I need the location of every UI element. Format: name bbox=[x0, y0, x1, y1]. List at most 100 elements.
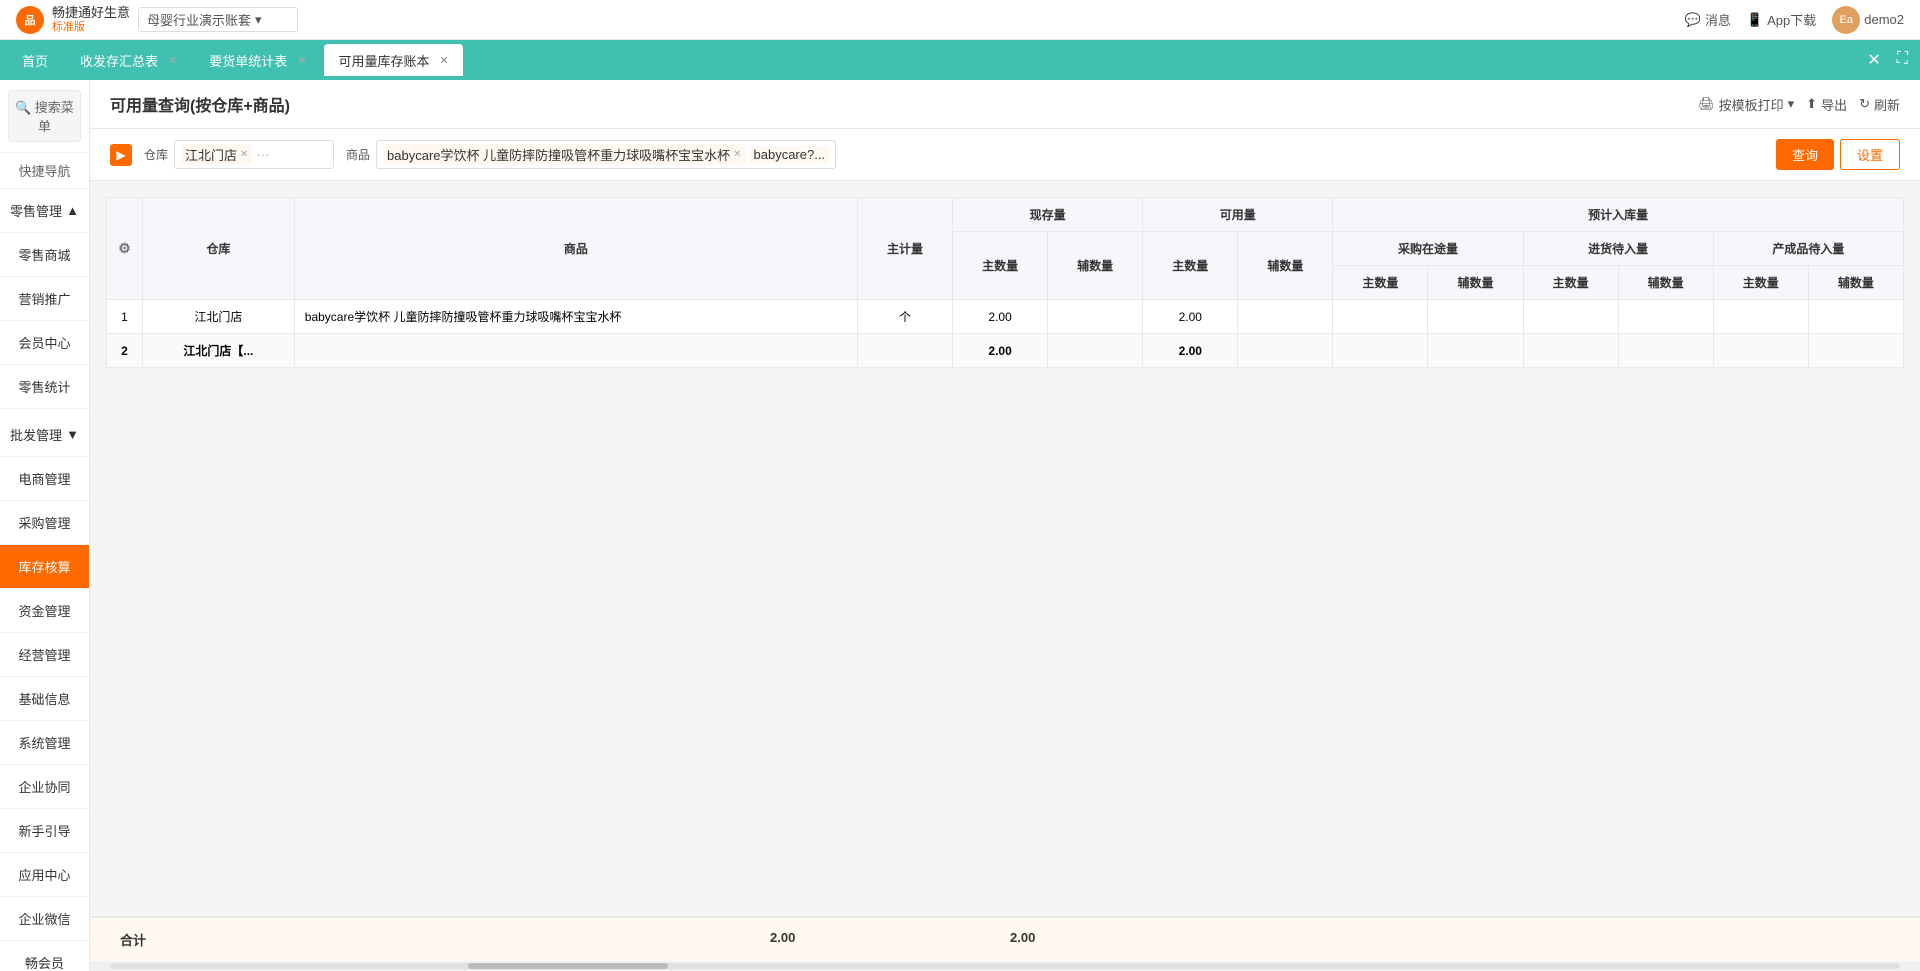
tenant-selector[interactable]: 母婴行业演示账套 ▾ bbox=[138, 7, 298, 32]
avail-main-qty-header: 主数量 bbox=[1143, 232, 1238, 300]
warehouse-tag-text: 江北门店 bbox=[185, 145, 237, 164]
scroll-track bbox=[110, 963, 1900, 969]
row-stock-main-qty: 2.00 bbox=[953, 300, 1048, 334]
sidebar-item-ecommerce-mgmt[interactable]: 电商管理 bbox=[0, 457, 89, 501]
user-name: demo2 bbox=[1864, 12, 1904, 27]
system-mgmt-label: 系统管理 bbox=[18, 733, 70, 752]
message-label: 消息 bbox=[1705, 10, 1731, 29]
footer-stock-main-qty: 2.00 bbox=[760, 926, 880, 953]
sidebar-item-retail-stats[interactable]: 零售统计 bbox=[0, 365, 89, 409]
sidebar-search-area: 🔍 搜索菜单 bbox=[0, 80, 89, 153]
sidebar-item-retail-mall[interactable]: 零售商城 bbox=[0, 233, 89, 277]
page-header: 可用量查询(按仓库+商品) 🖨 按模板打印 ▾ ⬆ 导出 ↻ 刷新 bbox=[90, 80, 1920, 129]
warehouse-filter-group: 仓库 江北门店 ✕ ··· bbox=[144, 140, 334, 169]
search-menu-button[interactable]: 🔍 搜索菜单 bbox=[8, 90, 81, 142]
sidebar-item-enterprise-wechat[interactable]: 企业微信 bbox=[0, 897, 89, 941]
warehouse-tag: 江北门店 ✕ bbox=[181, 144, 252, 165]
sidebar-item-vip-member[interactable]: 畅会员 bbox=[0, 941, 89, 971]
inventory-check-label: 库存核算 bbox=[18, 557, 70, 576]
product-input[interactable]: babycare学饮杯 儿童防摔防撞吸管杯重力球吸嘴杯宝宝水杯 ✕ babyca… bbox=[376, 140, 836, 169]
export-icon: ⬆ bbox=[1806, 96, 1817, 112]
subtotal-no: 2 bbox=[107, 334, 143, 368]
sidebar-item-purchase-mgmt[interactable]: 采购管理 bbox=[0, 501, 89, 545]
sidebar-item-app-center[interactable]: 应用中心 bbox=[0, 853, 89, 897]
user-profile[interactable]: Ea demo2 bbox=[1832, 6, 1904, 34]
sidebar-item-quick-nav[interactable]: 快捷导航 bbox=[0, 153, 89, 189]
row-avail-main-qty: 2.00 bbox=[1143, 300, 1238, 334]
scroll-thumb[interactable] bbox=[468, 963, 668, 969]
subtotal-purchase-main-qty bbox=[1333, 334, 1428, 368]
warehouse-input[interactable]: 江北门店 ✕ ··· bbox=[174, 140, 334, 169]
tab-receipts[interactable]: 收发存汇总表 ✕ bbox=[66, 44, 191, 76]
production-pending-header: 产成品待入量 bbox=[1713, 232, 1903, 266]
gear-icon: ⚙ bbox=[118, 240, 131, 256]
search-icon: 🔍 bbox=[15, 100, 31, 115]
basic-info-label: 基础信息 bbox=[18, 689, 70, 708]
settings-column-header[interactable]: ⚙ bbox=[107, 198, 143, 300]
row-avail-aux-qty bbox=[1238, 300, 1333, 334]
sidebar-item-new-guide[interactable]: 新手引导 bbox=[0, 809, 89, 853]
table-scrollbar[interactable] bbox=[90, 961, 1920, 971]
subtotal-product bbox=[294, 334, 857, 368]
sidebar-item-basic-info[interactable]: 基础信息 bbox=[0, 677, 89, 721]
sidebar-item-inventory-check[interactable]: 库存核算 bbox=[0, 545, 89, 589]
sidebar-item-operations-mgmt[interactable]: 经营管理 bbox=[0, 633, 89, 677]
warehouse-column-header: 仓库 bbox=[143, 198, 295, 300]
export-button[interactable]: ⬆ 导出 bbox=[1806, 95, 1847, 114]
purchase-mgmt-label: 采购管理 bbox=[18, 513, 70, 532]
setting-button[interactable]: 设置 bbox=[1840, 139, 1900, 170]
vip-member-label: 畅会员 bbox=[25, 953, 64, 971]
purchase-transit-header: 采购在途量 bbox=[1333, 232, 1523, 266]
print-icon: 🖨 bbox=[1698, 96, 1715, 112]
sidebar-item-marketing[interactable]: 营销推广 bbox=[0, 277, 89, 321]
tab-order-stats-close[interactable]: ✕ bbox=[297, 54, 306, 67]
filter-bar: ▶ 仓库 江北门店 ✕ ··· 商品 babycare学饮杯 儿童防摔防撞吸管杯… bbox=[90, 129, 1920, 181]
brand-name: 畅捷通好生意 bbox=[52, 5, 130, 21]
avatar: Ea bbox=[1832, 6, 1860, 34]
marketing-label: 营销推广 bbox=[18, 289, 70, 308]
sidebar-item-wholesale-mgmt[interactable]: 批发管理 ▼ bbox=[0, 413, 89, 457]
sidebar-item-member-center[interactable]: 会员中心 bbox=[0, 321, 89, 365]
search-menu-label: 搜索菜单 bbox=[35, 100, 74, 134]
query-button[interactable]: 查询 bbox=[1776, 139, 1834, 170]
chevron-icon: ▲ bbox=[66, 203, 79, 218]
warehouse-tag-close[interactable]: ✕ bbox=[240, 149, 248, 160]
table-row: 1 江北门店 babycare学饮杯 儿童防摔防撞吸管杯重力球吸嘴杯宝宝水杯 个… bbox=[107, 300, 1904, 334]
retail-mall-label: 零售商城 bbox=[18, 245, 70, 264]
message-button[interactable]: 💬 消息 bbox=[1685, 10, 1731, 29]
tab-receipts-close[interactable]: ✕ bbox=[168, 54, 177, 67]
subtotal-inbound-main-qty bbox=[1523, 334, 1618, 368]
row-stock-aux-qty bbox=[1048, 300, 1143, 334]
app-center-label: 应用中心 bbox=[18, 865, 70, 884]
warehouse-more-icon[interactable]: ··· bbox=[256, 147, 269, 162]
product-tag2-text: babycare?... bbox=[754, 147, 826, 162]
refresh-button[interactable]: ↻ 刷新 bbox=[1859, 95, 1900, 114]
sidebar-item-retail-mgmt[interactable]: 零售管理 ▲ bbox=[0, 189, 89, 233]
filter-toggle-button[interactable]: ▶ bbox=[110, 144, 132, 166]
tab-available-stock[interactable]: 可用量库存账本 ✕ bbox=[324, 44, 462, 76]
tab-home[interactable]: 首页 bbox=[8, 44, 62, 76]
nav-window-actions: ✕ ⛶ bbox=[1863, 50, 1912, 70]
subtotal-avail-aux-qty bbox=[1238, 334, 1333, 368]
app-download-button[interactable]: 📱 App下载 bbox=[1747, 10, 1816, 29]
subtotal-warehouse: 江北门店【... bbox=[143, 334, 295, 368]
close-window-button[interactable]: ✕ bbox=[1863, 50, 1884, 70]
sidebar-item-finance-mgmt[interactable]: 资金管理 bbox=[0, 589, 89, 633]
row-product: babycare学饮杯 儿童防摔防撞吸管杯重力球吸嘴杯宝宝水杯 bbox=[294, 300, 857, 334]
purchase-main-qty-header: 主数量 bbox=[1333, 266, 1428, 300]
tab-available-stock-close[interactable]: ✕ bbox=[440, 54, 449, 67]
subtotal-purchase-aux-qty bbox=[1428, 334, 1523, 368]
retail-stats-label: 零售统计 bbox=[18, 377, 70, 396]
print-template-button[interactable]: 🖨 按模板打印 ▾ bbox=[1698, 95, 1794, 114]
new-guide-label: 新手引导 bbox=[18, 821, 70, 840]
product-tag1-close[interactable]: ✕ bbox=[733, 149, 741, 160]
sidebar-item-enterprise-collab[interactable]: 企业协同 bbox=[0, 765, 89, 809]
available-column-header: 可用量 bbox=[1143, 198, 1333, 232]
chevron-down-icon: ▼ bbox=[66, 427, 79, 442]
inbound-aux-qty-header: 辅数量 bbox=[1618, 266, 1713, 300]
tenant-name: 母婴行业演示账套 bbox=[147, 10, 251, 29]
maximize-window-button[interactable]: ⛶ bbox=[1893, 50, 1912, 70]
tab-order-stats[interactable]: 要货单统计表 ✕ bbox=[195, 44, 320, 76]
subtotal-stock-aux-qty bbox=[1048, 334, 1143, 368]
sidebar-item-system-mgmt[interactable]: 系统管理 bbox=[0, 721, 89, 765]
